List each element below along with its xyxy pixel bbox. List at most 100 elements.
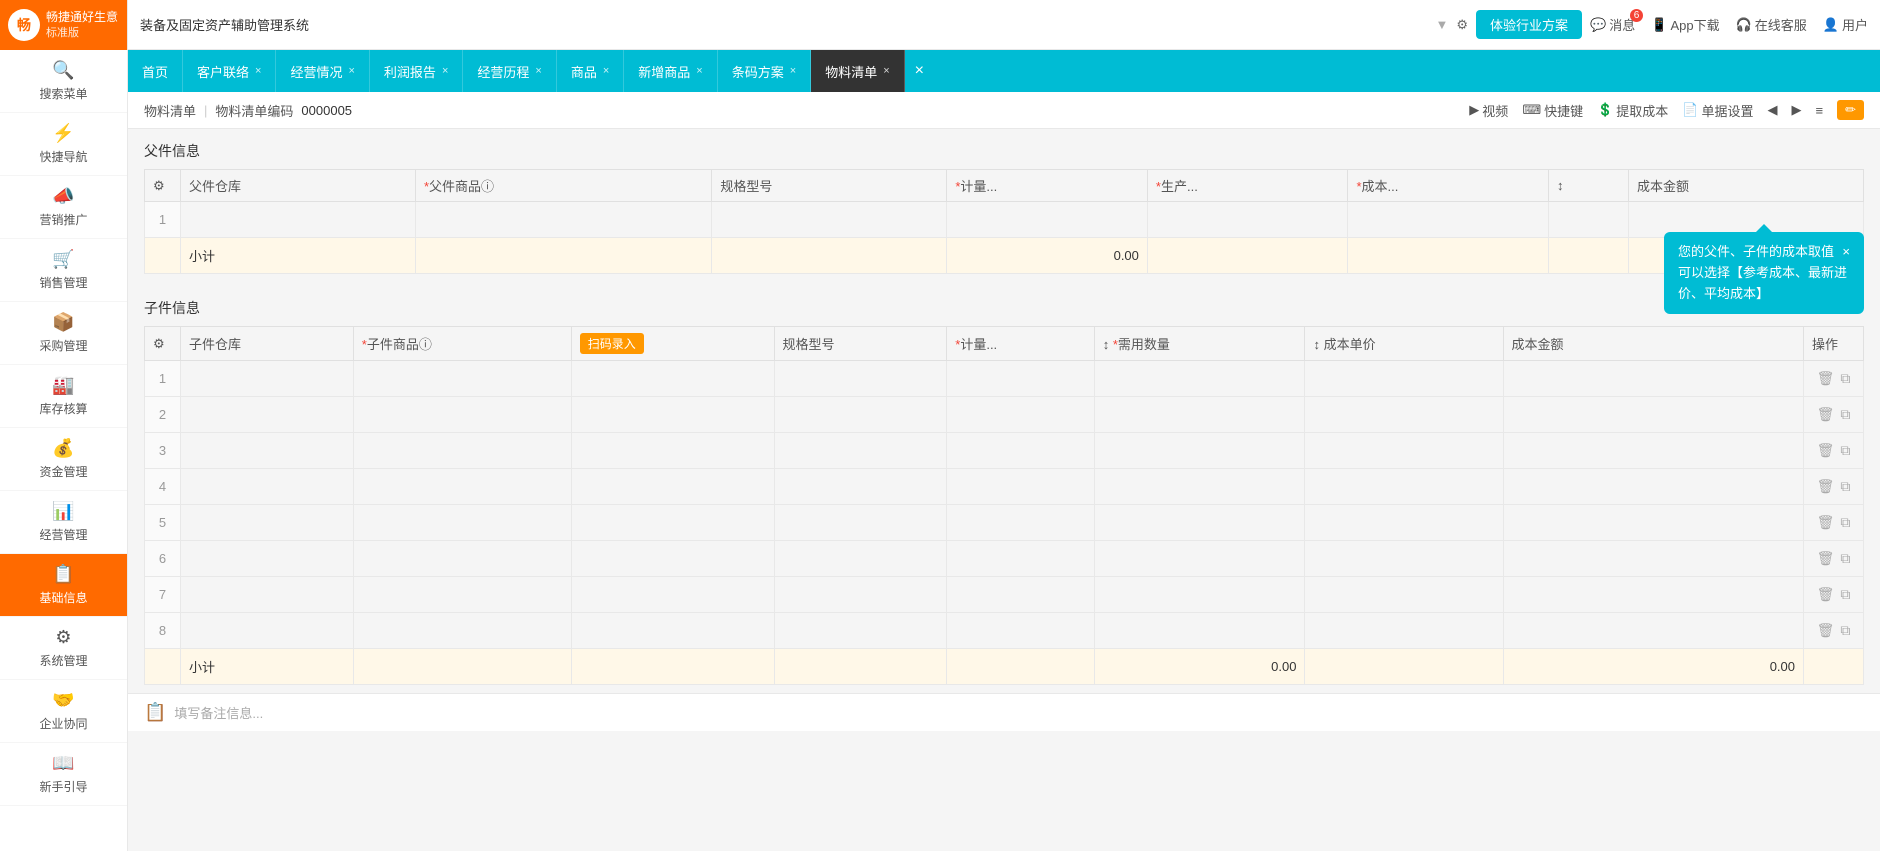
child-cell-uprice-0[interactable] <box>1305 361 1503 397</box>
copy-icon-6[interactable]: ⧉ <box>1840 586 1850 603</box>
child-cell-qty-1[interactable] <box>1094 397 1305 433</box>
sidebar-item-库存核算[interactable]: 🏭库存核算 <box>0 365 127 428</box>
child-cell-unit-2[interactable] <box>947 433 1094 469</box>
message-btn[interactable]: 💬 6 消息 <box>1590 15 1635 34</box>
shortcut-btn[interactable]: ⌨ 快捷键 <box>1522 101 1583 120</box>
edit-btn[interactable]: ✏ <box>1837 100 1864 120</box>
child-cell-spec-3[interactable] <box>774 469 947 505</box>
nav-next-btn[interactable]: ▶ <box>1792 102 1802 118</box>
parent-cell-cost-1[interactable] <box>1348 202 1549 238</box>
delete-icon-1[interactable]: 🗑 <box>1817 406 1835 423</box>
tab-0[interactable]: 首页 <box>128 50 183 92</box>
settings-icon[interactable]: ⚙ <box>1456 17 1468 33</box>
child-cell-uprice-4[interactable] <box>1305 505 1503 541</box>
child-cell-uprice-6[interactable] <box>1305 577 1503 613</box>
child-cell-spec-4[interactable] <box>774 505 947 541</box>
tab-close-2[interactable]: × <box>348 65 354 77</box>
tab-6[interactable]: 新增商品× <box>624 50 717 92</box>
child-cell-unit-4[interactable] <box>947 505 1094 541</box>
tab-8[interactable]: 物料清单× <box>811 50 904 92</box>
note-placeholder[interactable]: 填写备注信息... <box>174 703 263 722</box>
tab-1[interactable]: 客户联络× <box>183 50 276 92</box>
copy-icon-1[interactable]: ⧉ <box>1840 406 1850 423</box>
delete-icon-7[interactable]: 🗑 <box>1817 622 1835 639</box>
child-cell-warehouse-0[interactable] <box>181 361 354 397</box>
list-view-btn[interactable]: ≡ <box>1816 103 1824 118</box>
child-cell-warehouse-5[interactable] <box>181 541 354 577</box>
sidebar-item-搜索菜单[interactable]: 🔍搜索菜单 <box>0 50 127 113</box>
child-cell-uprice-5[interactable] <box>1305 541 1503 577</box>
tab-close-4[interactable]: × <box>535 65 541 77</box>
child-cell-qty-2[interactable] <box>1094 433 1305 469</box>
parent-cell-product-1[interactable] <box>415 202 711 238</box>
sidebar-item-销售管理[interactable]: 🛒销售管理 <box>0 239 127 302</box>
tab-4[interactable]: 经营历程× <box>463 50 556 92</box>
child-cell-qty-5[interactable] <box>1094 541 1305 577</box>
delete-icon-6[interactable]: 🗑 <box>1817 586 1835 603</box>
child-cell-spec-7[interactable] <box>774 613 947 649</box>
copy-icon-3[interactable]: ⧉ <box>1840 478 1850 495</box>
parent-cell-warehouse-1[interactable] <box>181 202 416 238</box>
delete-icon-2[interactable]: 🗑 <box>1817 442 1835 459</box>
tab-close-7[interactable]: × <box>790 65 796 77</box>
child-cell-warehouse-2[interactable] <box>181 433 354 469</box>
child-cell-product-3[interactable] <box>353 469 571 505</box>
child-cell-product-6[interactable] <box>353 577 571 613</box>
delete-icon-0[interactable]: 🗑 <box>1817 370 1835 387</box>
child-cell-unit-3[interactable] <box>947 469 1094 505</box>
parent-col-setting[interactable]: ⚙ <box>145 170 181 202</box>
nav-prev-btn[interactable]: ◀ <box>1768 102 1778 118</box>
sidebar-item-系统管理[interactable]: ⚙系统管理 <box>0 617 127 680</box>
child-cell-uprice-2[interactable] <box>1305 433 1503 469</box>
child-cell-unit-7[interactable] <box>947 613 1094 649</box>
sidebar-item-新手引导[interactable]: 📖新手引导 <box>0 743 127 806</box>
sidebar-item-经营管理[interactable]: 📊经营管理 <box>0 491 127 554</box>
child-cell-spec-5[interactable] <box>774 541 947 577</box>
child-col-setting[interactable]: ⚙ <box>145 327 181 361</box>
expand-icon[interactable]: ▼ <box>1436 17 1449 32</box>
settings-doc-btn[interactable]: 📄 单据设置 <box>1682 101 1753 120</box>
child-col-scan[interactable]: 扫码录入 <box>571 327 774 361</box>
sidebar-item-基础信息[interactable]: 📋基础信息 <box>0 554 127 617</box>
copy-icon-4[interactable]: ⧉ <box>1840 514 1850 531</box>
child-cell-unit-5[interactable] <box>947 541 1094 577</box>
tab-close-5[interactable]: × <box>603 65 609 77</box>
user-btn[interactable]: 👤 用户 <box>1823 15 1868 34</box>
tooltip-close-btn[interactable]: × <box>1842 242 1850 263</box>
tab-7[interactable]: 条码方案× <box>718 50 811 92</box>
child-cell-product-4[interactable] <box>353 505 571 541</box>
parent-cell-unit-1[interactable] <box>947 202 1148 238</box>
tabs-close-btn[interactable]: × <box>905 62 934 80</box>
child-cell-unit-6[interactable] <box>947 577 1094 613</box>
child-cell-warehouse-6[interactable] <box>181 577 354 613</box>
child-cell-spec-1[interactable] <box>774 397 947 433</box>
tab-close-1[interactable]: × <box>255 65 261 77</box>
sidebar-item-快捷导航[interactable]: ⚡快捷导航 <box>0 113 127 176</box>
child-cell-uprice-7[interactable] <box>1305 613 1503 649</box>
child-cell-qty-7[interactable] <box>1094 613 1305 649</box>
child-cell-uprice-3[interactable] <box>1305 469 1503 505</box>
tab-2[interactable]: 经营情况× <box>276 50 369 92</box>
child-cell-spec-0[interactable] <box>774 361 947 397</box>
tab-close-8[interactable]: × <box>883 65 889 77</box>
copy-icon-5[interactable]: ⧉ <box>1840 550 1850 567</box>
child-cell-unit-0[interactable] <box>947 361 1094 397</box>
view-btn[interactable]: ▶ 视频 <box>1469 101 1508 120</box>
child-cell-product-7[interactable] <box>353 613 571 649</box>
child-cell-qty-3[interactable] <box>1094 469 1305 505</box>
tab-close-3[interactable]: × <box>442 65 448 77</box>
delete-icon-4[interactable]: 🗑 <box>1817 514 1835 531</box>
tab-5[interactable]: 商品× <box>557 50 624 92</box>
child-cell-product-1[interactable] <box>353 397 571 433</box>
online-service-btn[interactable]: 🎧 在线客服 <box>1736 15 1807 34</box>
copy-icon-7[interactable]: ⧉ <box>1840 622 1850 639</box>
child-cell-qty-0[interactable] <box>1094 361 1305 397</box>
child-cell-warehouse-7[interactable] <box>181 613 354 649</box>
parent-cell-production-1[interactable] <box>1147 202 1348 238</box>
copy-icon-0[interactable]: ⧉ <box>1840 370 1850 387</box>
child-cell-spec-2[interactable] <box>774 433 947 469</box>
copy-icon-2[interactable]: ⧉ <box>1840 442 1850 459</box>
child-cell-qty-6[interactable] <box>1094 577 1305 613</box>
delete-icon-5[interactable]: 🗑 <box>1817 550 1835 567</box>
child-cell-warehouse-4[interactable] <box>181 505 354 541</box>
